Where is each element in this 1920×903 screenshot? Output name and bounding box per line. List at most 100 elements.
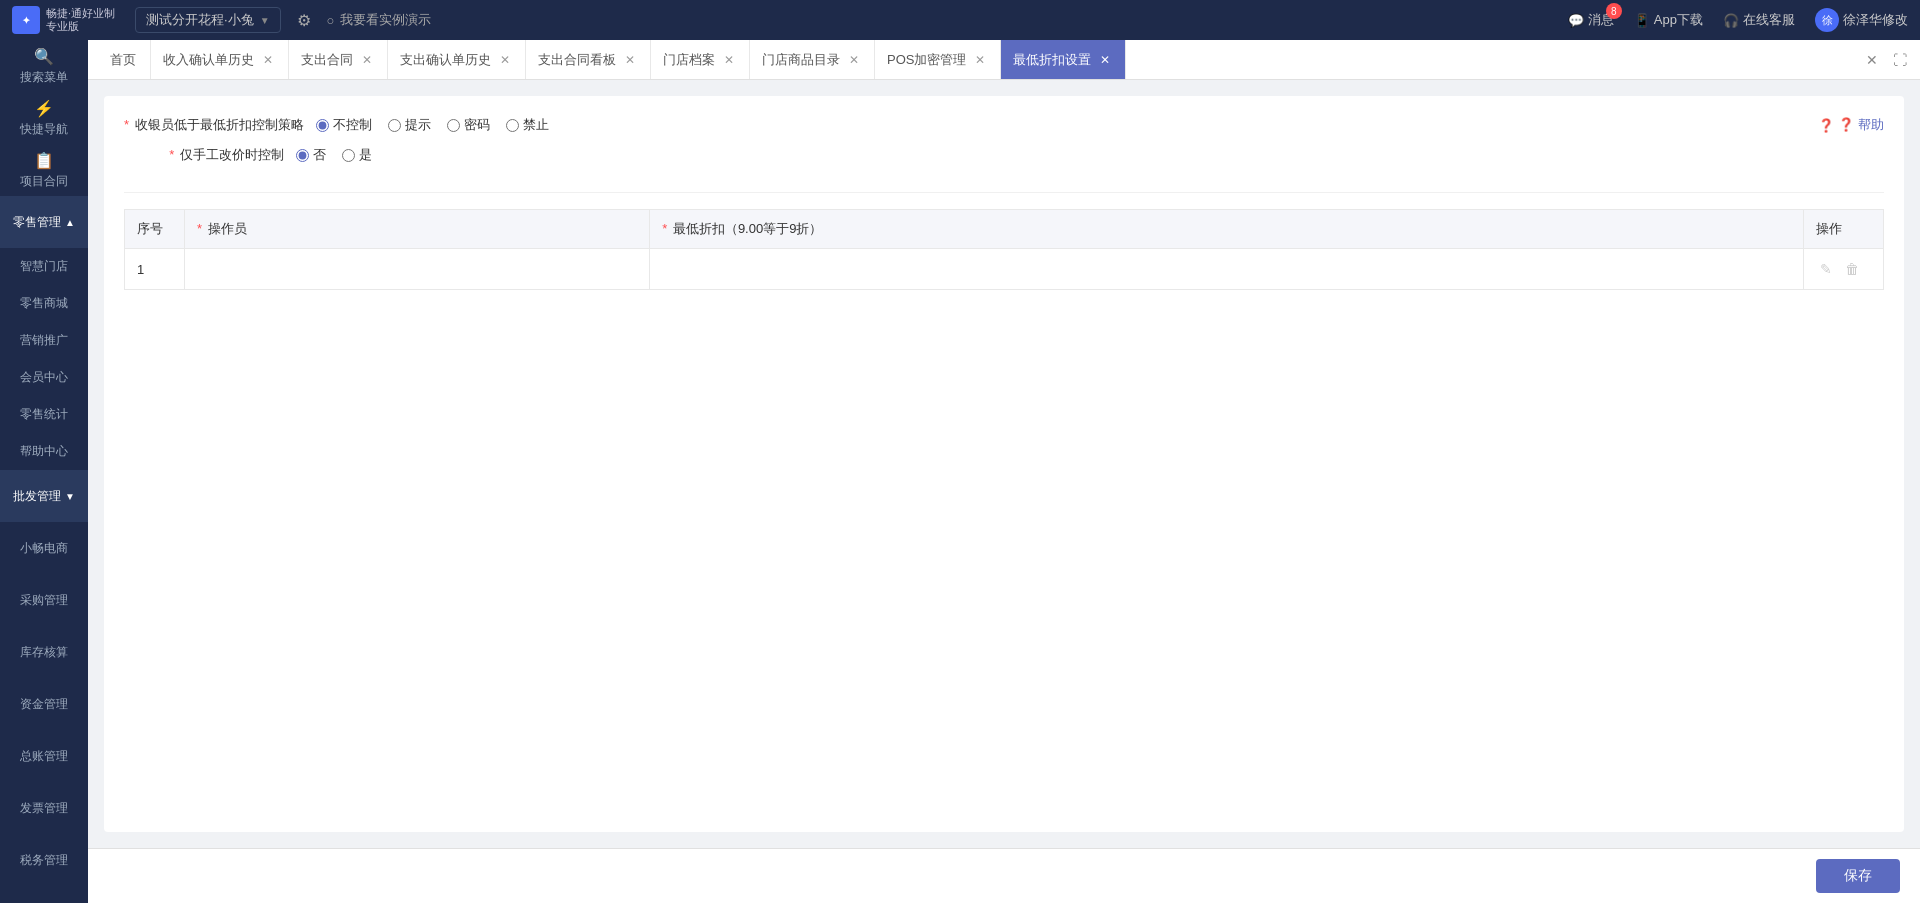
- radio-forbid-input[interactable]: [506, 119, 519, 132]
- radio-yes-input[interactable]: [342, 149, 355, 162]
- demo-link[interactable]: ○ 我要看实例演示: [327, 11, 432, 29]
- demo-label: 我要看实例演示: [340, 11, 431, 29]
- sidebar-item-smart-store[interactable]: 智慧门店: [0, 248, 88, 285]
- sidebar-item-member[interactable]: 会员中心: [0, 359, 88, 396]
- tab-expand-button[interactable]: ⛶: [1888, 48, 1912, 72]
- tab-bar: 首页 收入确认单历史 ✕ 支出合同 ✕ 支出确认单历史 ✕ 支出合同看板 ✕ 门…: [88, 40, 1920, 80]
- tab-payment-contract-label: 支出合同: [301, 51, 353, 69]
- tab-bar-right: ✕ ⛶: [1852, 48, 1912, 72]
- edit-icon[interactable]: ✎: [1816, 259, 1836, 279]
- message-button[interactable]: 💬 消息 8: [1568, 11, 1614, 29]
- sidebar-item-project[interactable]: 📋 项目合同: [0, 144, 88, 196]
- tab-home[interactable]: 首页: [96, 40, 151, 80]
- tab-pos-password-close[interactable]: ✕: [972, 52, 988, 68]
- cell-min-discount: [650, 249, 1804, 290]
- tab-payment-board-close[interactable]: ✕: [622, 52, 638, 68]
- radio-group-strategy: 不控制 提示 密码 禁: [316, 116, 549, 134]
- help-link[interactable]: ❓ ❓ 帮助: [1818, 116, 1884, 134]
- tab-payment-history-close[interactable]: ✕: [497, 52, 513, 68]
- sidebar-item-inventory[interactable]: 库存核算: [0, 626, 88, 678]
- tab-store-catalog-label: 门店商品目录: [762, 51, 840, 69]
- sidebar: 🔍 搜索菜单 ⚡ 快捷导航 📋 项目合同 零售管理 ▲ 智慧门店 零售商城 营销…: [0, 40, 88, 903]
- sidebar-item-capital[interactable]: 资金管理: [0, 678, 88, 730]
- th-operator: * 操作员: [185, 210, 650, 249]
- sidebar-item-shortcut[interactable]: ⚡ 快捷导航: [0, 92, 88, 144]
- user-name: 徐泽华修改: [1843, 11, 1908, 29]
- radio-no-control-label: 不控制: [333, 116, 372, 134]
- sidebar-item-search[interactable]: 🔍 搜索菜单: [0, 40, 88, 92]
- sidebar-item-wholesale[interactable]: 批发管理 ▼: [0, 470, 88, 522]
- sidebar-item-marketing[interactable]: 营销推广: [0, 322, 88, 359]
- sidebar-item-tax[interactable]: 税务管理: [0, 834, 88, 886]
- env-selector[interactable]: 测试分开花程·小兔 ▼: [135, 7, 281, 33]
- tab-min-discount[interactable]: 最低折扣设置 ✕: [1001, 40, 1126, 80]
- radio-password[interactable]: 密码: [447, 116, 490, 134]
- radio-forbid[interactable]: 禁止: [506, 116, 549, 134]
- purchase-label: 采购管理: [20, 592, 68, 609]
- help-icon: ❓: [1818, 118, 1834, 133]
- delete-icon[interactable]: 🗑: [1842, 259, 1862, 279]
- customer-service-button[interactable]: 🎧 在线客服: [1723, 11, 1795, 29]
- ledger-label: 总账管理: [20, 748, 68, 765]
- sidebar-item-ecommerce[interactable]: 小畅电商: [0, 522, 88, 574]
- radio-no-input[interactable]: [296, 149, 309, 162]
- help-label: 帮助中心: [20, 443, 68, 460]
- tab-store-archive-close[interactable]: ✕: [721, 52, 737, 68]
- tab-min-discount-close[interactable]: ✕: [1097, 52, 1113, 68]
- sidebar-item-invoice[interactable]: 发票管理: [0, 782, 88, 834]
- th-min-discount: * 最低折扣（9.00等于9折）: [650, 210, 1804, 249]
- sidebar-item-retail[interactable]: 零售管理 ▲: [0, 196, 88, 248]
- tab-income-history[interactable]: 收入确认单历史 ✕: [151, 40, 289, 80]
- radio-remind[interactable]: 提示: [388, 116, 431, 134]
- tab-payment-contract-close[interactable]: ✕: [359, 52, 375, 68]
- tab-store-catalog-close[interactable]: ✕: [846, 52, 862, 68]
- tab-pos-password[interactable]: POS加密管理 ✕: [875, 40, 1001, 80]
- sidebar-item-retail-stats[interactable]: 零售统计: [0, 396, 88, 433]
- content-area: 首页 收入确认单历史 ✕ 支出合同 ✕ 支出确认单历史 ✕ 支出合同看板 ✕ 门…: [88, 40, 1920, 903]
- table-header-row: 序号 * 操作员 * 最低折扣（9.00等于9折）: [125, 210, 1884, 249]
- tab-store-archive[interactable]: 门店档案 ✕: [651, 40, 750, 80]
- radio-no-label: 否: [313, 146, 326, 164]
- download-icon: 📱: [1634, 13, 1650, 28]
- tab-income-history-close[interactable]: ✕: [260, 52, 276, 68]
- tab-payment-history[interactable]: 支出确认单历史 ✕: [388, 40, 526, 80]
- app-download-label: App下载: [1654, 11, 1703, 29]
- sidebar-item-assets[interactable]: 固定资产: [0, 886, 88, 903]
- form-label-manual: * 仅手工改价时控制: [124, 146, 284, 164]
- tab-store-catalog[interactable]: 门店商品目录 ✕: [750, 40, 875, 80]
- table-header: 序号 * 操作员 * 最低折扣（9.00等于9折）: [125, 210, 1884, 249]
- retail-mall-label: 零售商城: [20, 295, 68, 312]
- page-content: ❓ ❓ 帮助 * 收银员低于最低折扣控制策略 不控: [88, 80, 1920, 848]
- radio-no-control[interactable]: 不控制: [316, 116, 372, 134]
- settings-icon[interactable]: ⚙: [297, 11, 311, 30]
- search-icon: 🔍: [34, 47, 54, 66]
- radio-no-control-input[interactable]: [316, 119, 329, 132]
- message-icon: 💬: [1568, 13, 1584, 28]
- sidebar-item-retail-mall[interactable]: 零售商城: [0, 285, 88, 322]
- tab-close-all-button[interactable]: ✕: [1860, 48, 1884, 72]
- topbar-center: 测试分开花程·小兔 ▼ ⚙ ○ 我要看实例演示: [115, 7, 1568, 33]
- chevron-up-icon: ▲: [65, 217, 75, 228]
- save-button[interactable]: 保存: [1816, 859, 1900, 893]
- cell-actions: ✎ 🗑: [1804, 249, 1884, 290]
- data-table: 序号 * 操作员 * 最低折扣（9.00等于9折）: [124, 209, 1884, 290]
- sidebar-item-purchase[interactable]: 采购管理: [0, 574, 88, 626]
- radio-remind-input[interactable]: [388, 119, 401, 132]
- user-menu[interactable]: 徐 徐泽华修改: [1815, 8, 1908, 32]
- radio-password-input[interactable]: [447, 119, 460, 132]
- sidebar-item-help[interactable]: 帮助中心: [0, 433, 88, 470]
- app-download-button[interactable]: 📱 App下载: [1634, 11, 1703, 29]
- radio-no[interactable]: 否: [296, 146, 326, 164]
- page-card: ❓ ❓ 帮助 * 收银员低于最低折扣控制策略 不控: [104, 96, 1904, 832]
- wholesale-label: 批发管理: [13, 488, 61, 505]
- tab-payment-board[interactable]: 支出合同看板 ✕: [526, 40, 651, 80]
- retail-label: 零售管理: [13, 214, 61, 231]
- tab-payment-contract[interactable]: 支出合同 ✕: [289, 40, 388, 80]
- tab-min-discount-label: 最低折扣设置: [1013, 51, 1091, 69]
- radio-yes[interactable]: 是: [342, 146, 372, 164]
- table-container: 序号 * 操作员 * 最低折扣（9.00等于9折）: [124, 209, 1884, 290]
- table-row: 1 ✎ 🗑: [125, 249, 1884, 290]
- cell-operator: [185, 249, 650, 290]
- sidebar-item-ledger[interactable]: 总账管理: [0, 730, 88, 782]
- tab-store-archive-label: 门店档案: [663, 51, 715, 69]
